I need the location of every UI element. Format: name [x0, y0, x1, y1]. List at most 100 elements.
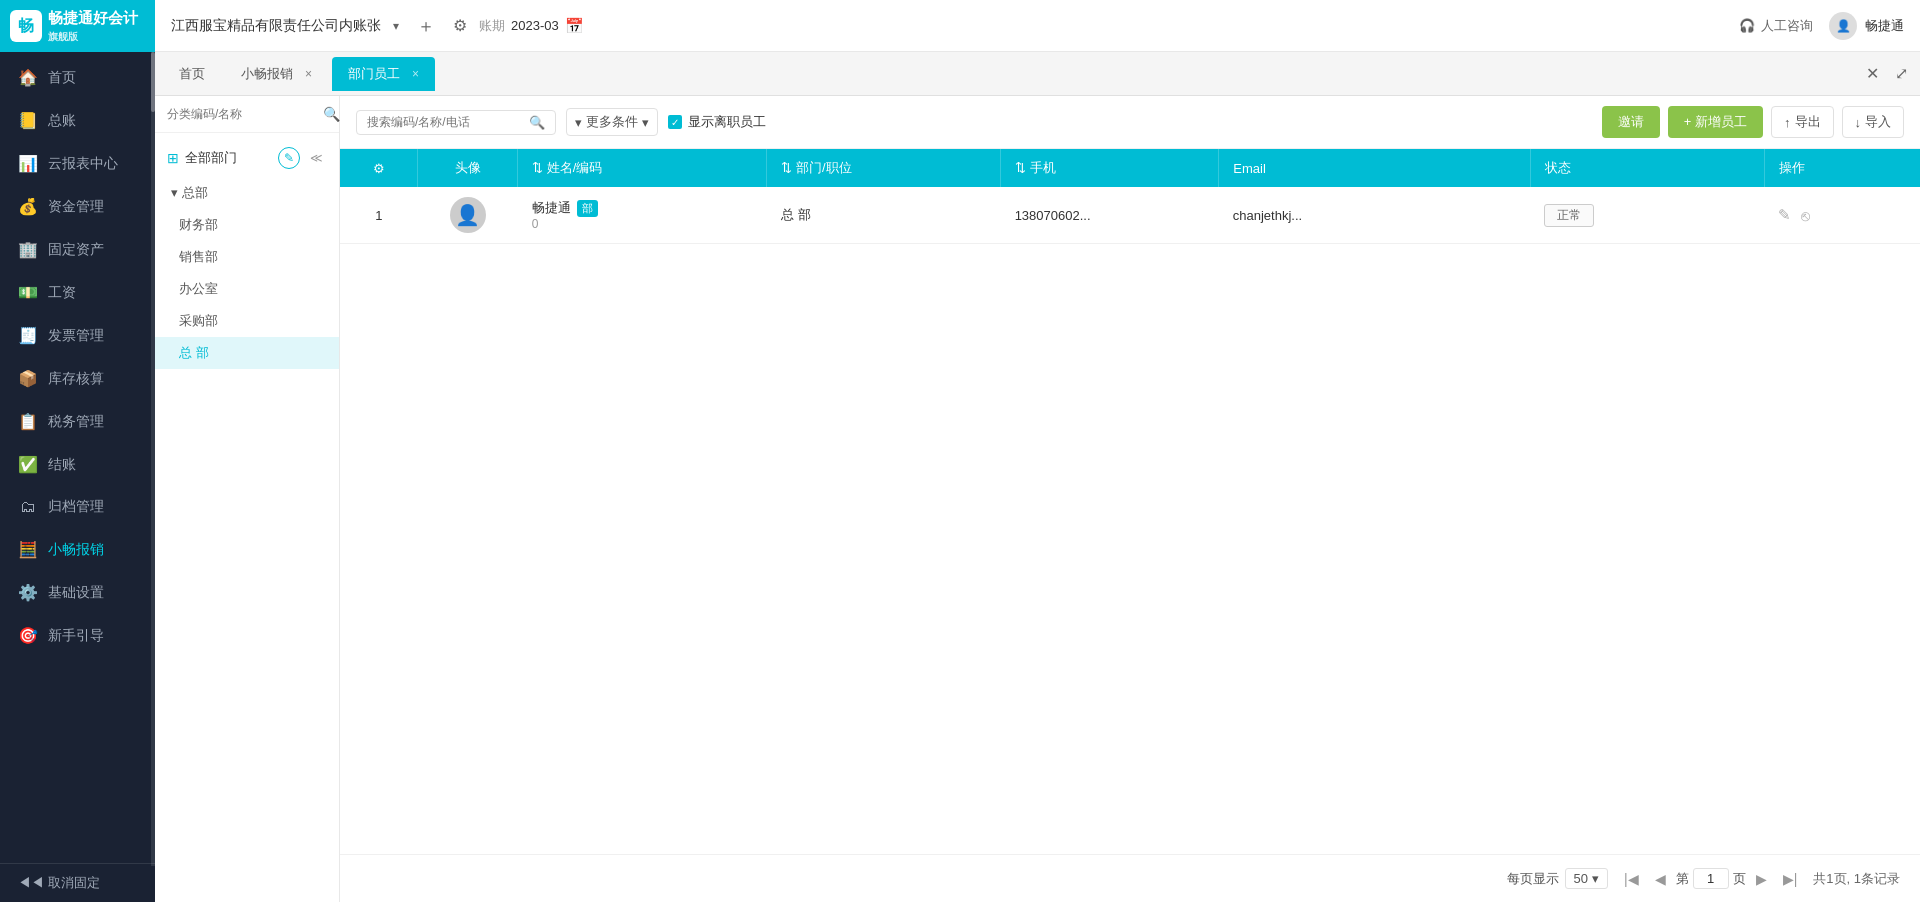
employee-search-icon[interactable]: 🔍 [529, 115, 545, 130]
sidebar-item-label: 新手引导 [48, 627, 104, 645]
export-button[interactable]: ↑ 导出 [1771, 106, 1834, 138]
page-size-dropdown[interactable]: 50 ▾ [1565, 868, 1608, 889]
sidebar-item-ledger[interactable]: 📒 总账 [0, 99, 155, 142]
page-last-btn[interactable]: ▶| [1777, 868, 1804, 890]
tree-node-finance[interactable]: 财务部 [155, 209, 339, 241]
sidebar-item-inventory[interactable]: 📦 库存核算 [0, 357, 155, 400]
col-header-settings[interactable]: ⚙ [340, 149, 418, 187]
row-avatar: 👤 [418, 187, 518, 244]
sidebar-item-reports[interactable]: 📊 云报表中心 [0, 142, 155, 185]
more-conditions-label: 更多条件 [586, 113, 638, 131]
page-next-btn[interactable]: ▶ [1750, 868, 1773, 890]
col-header-name[interactable]: ⇅ 姓名/编码 [518, 149, 767, 187]
salary-icon: 💵 [18, 283, 38, 302]
sidebar-item-xiaochang[interactable]: 🧮 小畅报销 [0, 528, 155, 571]
employee-avatar: 👤 [450, 197, 486, 233]
app-logo: 畅 畅捷通好会计 旗舰版 [0, 0, 155, 52]
sidebar-item-checkout[interactable]: ✅ 结账 [0, 443, 155, 486]
page-first-btn[interactable]: |◀ [1618, 868, 1645, 890]
col-header-phone[interactable]: ⇅ 手机 [1001, 149, 1219, 187]
tab-bar: 首页 小畅报销 × 部门员工 × ✕ ⤢ [155, 52, 1920, 96]
table-row: 1 👤 畅捷通 部 0 总 部 [340, 187, 1920, 244]
invite-button[interactable]: 邀请 [1602, 106, 1660, 138]
sidebar-unpin-footer[interactable]: ◀◀ 取消固定 [0, 863, 155, 902]
tree-node-office[interactable]: 办公室 [155, 273, 339, 305]
employee-search-input[interactable] [367, 115, 523, 129]
tree-node-zongbu-parent[interactable]: ▾ 总部 [155, 177, 339, 209]
settings-gear-icon[interactable]: ⚙ [453, 16, 467, 35]
sidebar-item-archive[interactable]: 🗂 归档管理 [0, 486, 155, 528]
tree-node-headquarters[interactable]: 总 部 [155, 337, 339, 369]
sidebar-item-label: 基础设置 [48, 584, 104, 602]
sidebar-item-label: 结账 [48, 456, 76, 474]
import-button[interactable]: ↓ 导入 [1842, 106, 1905, 138]
logout-icon[interactable]: ⎋ [1801, 207, 1810, 224]
grid-icon: ⊞ [167, 150, 179, 166]
user-name: 畅捷通 [1865, 17, 1904, 35]
col-header-dept[interactable]: ⇅ 部门/职位 [767, 149, 1001, 187]
company-dropdown-icon[interactable]: ▾ [393, 19, 399, 33]
employee-name-wrapper: 畅捷通 部 [532, 199, 753, 217]
employee-search-box: 🔍 [356, 110, 556, 135]
period-area: 账期 2023-03 📅 [479, 17, 584, 35]
page-prev-btn[interactable]: ◀ [1649, 868, 1672, 890]
per-page-label: 每页显示 [1507, 870, 1559, 888]
tab-employees[interactable]: 部门员工 × [332, 57, 435, 91]
add-employee-button[interactable]: + 新增员工 [1668, 106, 1763, 138]
tab-xiaochang-close[interactable]: × [305, 67, 312, 81]
status-badge: 正常 [1544, 204, 1594, 227]
inventory-icon: 📦 [18, 369, 38, 388]
checkout-icon: ✅ [18, 455, 38, 474]
tree-node-sales[interactable]: 销售部 [155, 241, 339, 273]
add-company-btn[interactable]: ＋ [411, 12, 441, 40]
sidebar-item-label: 资金管理 [48, 198, 104, 216]
sidebar-item-label: 库存核算 [48, 370, 104, 388]
more-conditions-btn[interactable]: ▾ 更多条件 ▾ [566, 108, 658, 136]
tab-home[interactable]: 首页 [163, 57, 221, 91]
employees-right-panel: 🔍 ▾ 更多条件 ▾ ✓ 显示离职员工 邀请 + 新增员工 ↑ 导出 [340, 96, 1920, 902]
dept-collapse-btn[interactable]: ≪ [306, 149, 327, 167]
dept-search-icon[interactable]: 🔍 [323, 106, 340, 122]
edit-icon[interactable]: ✎ [1778, 206, 1791, 224]
sidebar-item-guide[interactable]: 🎯 新手引导 [0, 614, 155, 657]
tab-close-btn[interactable]: ✕ [1862, 60, 1883, 87]
calendar-icon[interactable]: 📅 [565, 17, 584, 35]
tax-icon: 📋 [18, 412, 38, 431]
human-consult-btn[interactable]: 🎧 人工咨询 [1739, 17, 1813, 35]
logo-title: 畅捷通好会计 [48, 9, 138, 28]
dept-edit-btn[interactable]: ✎ [278, 147, 300, 169]
sidebar-item-home[interactable]: 🏠 首页 [0, 56, 155, 99]
period-value[interactable]: 2023-03 [511, 18, 559, 33]
tab-xiaochang[interactable]: 小畅报销 × [225, 57, 328, 91]
sidebar-item-capital[interactable]: 💰 资金管理 [0, 185, 155, 228]
tab-expand-btn[interactable]: ⤢ [1891, 60, 1912, 87]
dept-search-input[interactable] [167, 107, 317, 121]
import-label: 导入 [1865, 113, 1891, 131]
user-info[interactable]: 👤 畅捷通 [1829, 12, 1904, 40]
col-header-avatar: 头像 [418, 149, 518, 187]
home-icon: 🏠 [18, 68, 38, 87]
period-label: 账期 [479, 17, 505, 35]
show-resigned-checkbox[interactable]: ✓ [668, 115, 682, 129]
action-icons-wrapper: ✎ ⎋ [1778, 206, 1906, 224]
toolbar-right-actions: 邀请 + 新增员工 ↑ 导出 ↓ 导入 [1602, 106, 1904, 138]
col-header-status: 状态 [1530, 149, 1764, 187]
sort-icon-name: ⇅ [532, 160, 543, 175]
export-label: 导出 [1795, 113, 1821, 131]
logo-text-area: 畅捷通好会计 旗舰版 [48, 9, 138, 44]
page-navigation: |◀ ◀ 第 页 ▶ ▶| [1618, 868, 1803, 890]
tab-bar-actions: ✕ ⤢ [1862, 60, 1912, 87]
tree-node-purchase[interactable]: 采购部 [155, 305, 339, 337]
sidebar-item-label: 税务管理 [48, 413, 104, 431]
fixed-assets-icon: 🏢 [18, 240, 38, 259]
sidebar-item-salary[interactable]: 💵 工资 [0, 271, 155, 314]
sidebar-item-fixed-assets[interactable]: 🏢 固定资产 [0, 228, 155, 271]
col-header-email: Email [1219, 149, 1531, 187]
sidebar-item-tax[interactable]: 📋 税务管理 [0, 400, 155, 443]
tab-employees-close[interactable]: × [412, 67, 419, 81]
sidebar-item-invoice[interactable]: 🧾 发票管理 [0, 314, 155, 357]
page-number-input[interactable] [1693, 868, 1729, 889]
show-resigned-toggle[interactable]: ✓ 显示离职员工 [668, 113, 766, 131]
sidebar-item-settings[interactable]: ⚙️ 基础设置 [0, 571, 155, 614]
all-departments-header[interactable]: ⊞ 全部部门 ✎ ≪ [155, 139, 339, 177]
